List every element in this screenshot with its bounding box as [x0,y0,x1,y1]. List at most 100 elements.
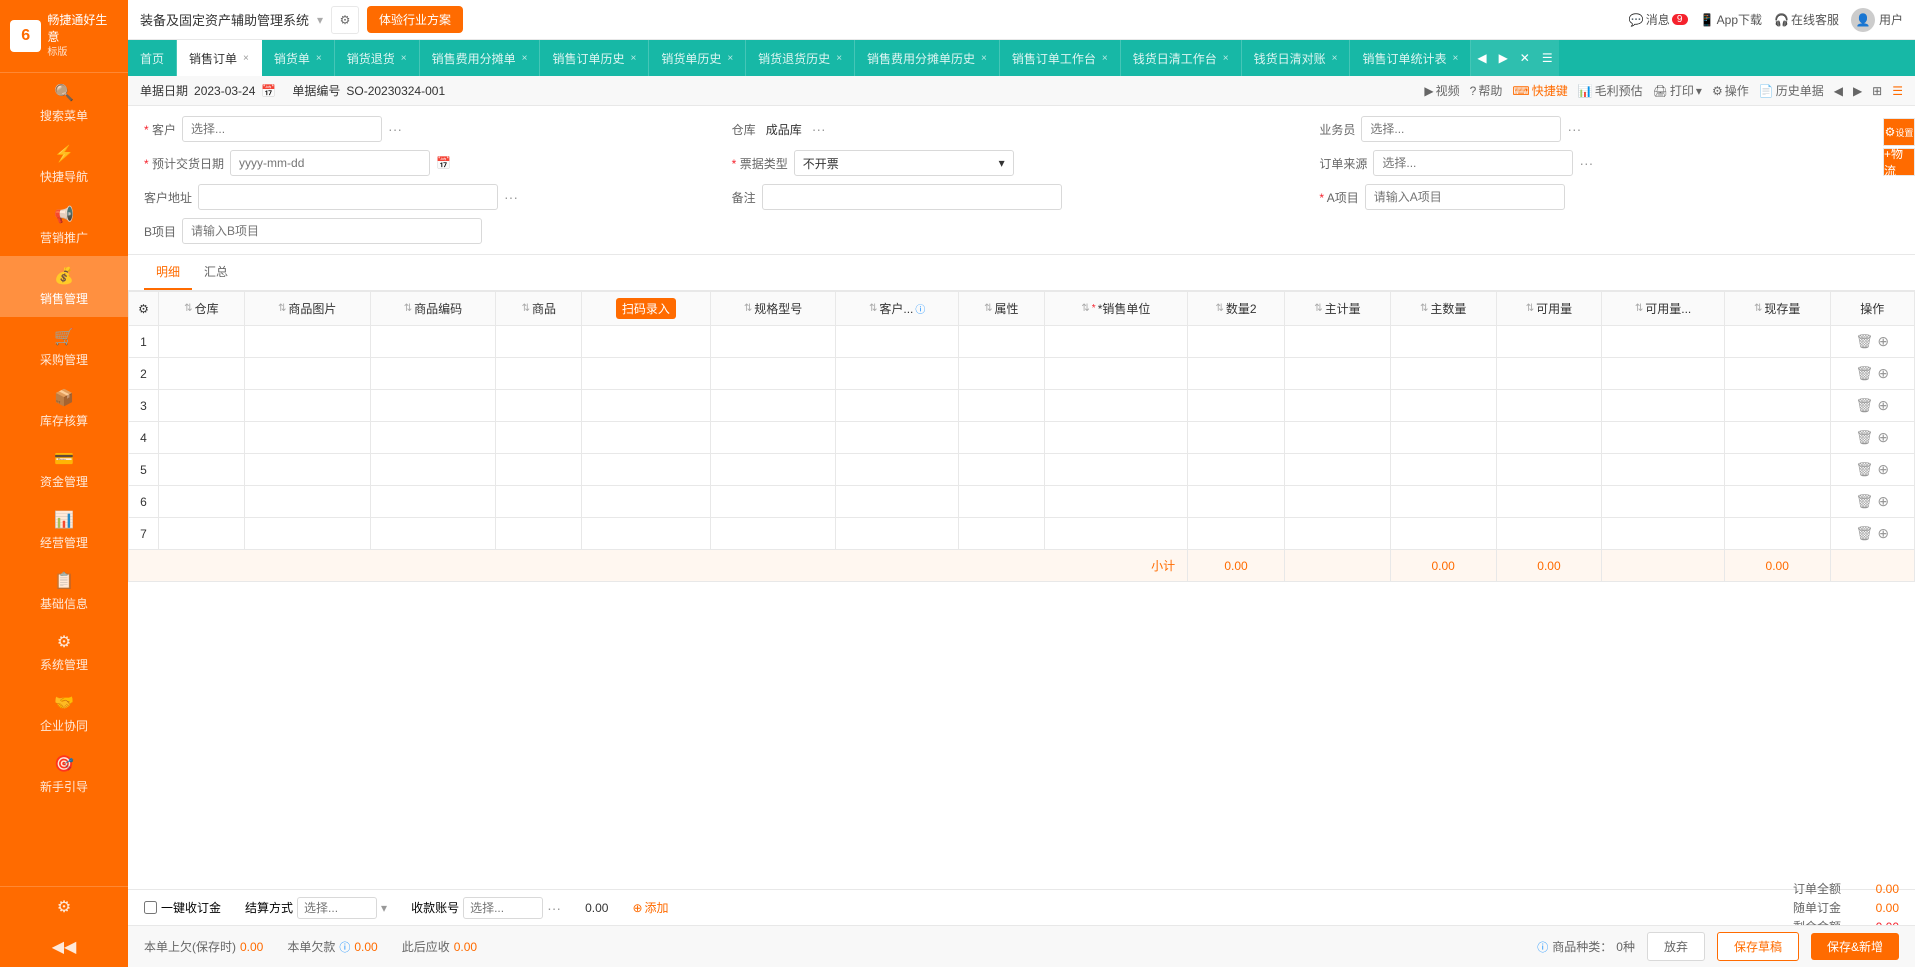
row-qty2[interactable] [1188,390,1285,422]
row-available-qty[interactable] [1496,518,1602,550]
warehouse-expand-btn[interactable]: ··· [812,121,826,137]
row-available-more[interactable] [1602,454,1724,486]
row-available-more[interactable] [1602,422,1724,454]
row-qty2[interactable] [1188,518,1285,550]
tab-close-icon[interactable]: × [1452,53,1458,64]
tab-prev-btn[interactable]: ◀ [1471,40,1492,76]
row-sales-unit[interactable] [1044,518,1187,550]
sidebar-item-basic-info[interactable]: 📋基础信息 [0,561,128,622]
delete-icon[interactable]: 🗑 [1856,493,1874,510]
address-input[interactable] [198,184,498,210]
row-scan[interactable] [582,486,710,518]
row-customer-code[interactable] [836,486,958,518]
sidebar-item-quick-nav[interactable]: ⚡快捷导航 [0,134,128,195]
receipt-account-expand-btn[interactable]: ··· [547,900,561,916]
row-current-qty[interactable] [1724,518,1830,550]
row-attribute[interactable] [958,326,1044,358]
discard-button[interactable]: 放弃 [1647,932,1705,961]
th-spec[interactable]: ⇅规格型号 [710,292,836,326]
row-spec[interactable] [710,454,836,486]
row-product-code[interactable] [370,486,496,518]
customer-input[interactable] [182,116,382,142]
sidebar-item-marketing[interactable]: 📢营销推广 [0,195,128,256]
th-customer-code[interactable]: ⇅客户...ⓘ [836,292,958,326]
row-customer-code[interactable] [836,358,958,390]
row-spec[interactable] [710,422,836,454]
row-main-qty[interactable] [1390,454,1496,486]
row-product[interactable] [496,390,582,422]
row-product-image[interactable] [244,454,370,486]
row-available-qty[interactable] [1496,326,1602,358]
tab-cash-daily-reconcile[interactable]: 钱货日清对账× [1242,40,1351,76]
row-main-qty[interactable] [1390,518,1496,550]
tab-sales-order-history[interactable]: 销售订单历史× [540,40,649,76]
tab-close-icon[interactable]: × [1102,53,1108,64]
history-btn[interactable]: 📄 历史单据 [1759,82,1824,99]
save-new-button[interactable]: 保存&新增 [1811,933,1899,960]
tab-sales-order-workbench[interactable]: 销售订单工作台× [1000,40,1121,76]
row-scan[interactable] [582,422,710,454]
row-warehouse[interactable] [159,454,245,486]
row-qty2[interactable] [1188,422,1285,454]
tab-close-icon[interactable]: × [316,53,322,64]
copy-icon[interactable]: ⊕ [1877,429,1889,446]
row-sales-unit[interactable] [1044,358,1187,390]
th-product-code[interactable]: ⇅商品编码 [370,292,496,326]
tab-summary[interactable]: 汇总 [192,255,240,290]
row-qty2[interactable] [1188,358,1285,390]
user-area[interactable]: 👤 用户 [1851,8,1903,32]
row-available-qty[interactable] [1496,422,1602,454]
tab-sales-return[interactable]: 销货单× [262,40,335,76]
sidebar-item-search[interactable]: 🔍搜索菜单 [0,73,128,134]
th-warehouse[interactable]: ⇅仓库 [159,292,245,326]
row-attribute[interactable] [958,358,1044,390]
copy-icon[interactable]: ⊕ [1877,493,1889,510]
th-scan[interactable]: 扫码录入 [582,292,710,326]
tab-close-icon[interactable]: × [981,53,987,64]
online-service-btn[interactable]: 🎧 在线客服 [1774,11,1839,28]
copy-icon[interactable]: ⊕ [1877,525,1889,542]
customer-expand-btn[interactable]: ··· [388,121,402,137]
row-product[interactable] [496,454,582,486]
next-record-btn[interactable]: ▶ [1853,84,1862,98]
tab-sales-refund-history[interactable]: 销货退货历史× [746,40,855,76]
row-product[interactable] [496,422,582,454]
app-download-btn[interactable]: 📱 App下载 [1700,11,1762,28]
row-main-qty[interactable] [1390,358,1496,390]
delete-icon[interactable]: 🗑 [1856,397,1874,414]
row-product-code[interactable] [370,358,496,390]
sidebar-item-finance[interactable]: 💳资金管理 [0,439,128,500]
row-main-qty[interactable] [1390,422,1496,454]
th-main-qty[interactable]: ⇅主数量 [1390,292,1496,326]
row-current-qty[interactable] [1724,390,1830,422]
row-sales-unit[interactable] [1044,486,1187,518]
row-product-image[interactable] [244,326,370,358]
copy-icon[interactable]: ⊕ [1877,461,1889,478]
row-attribute[interactable] [958,454,1044,486]
notifications-btn[interactable]: 💬 消息 9 [1629,11,1688,28]
order-source-input[interactable] [1373,150,1573,176]
row-product-image[interactable] [244,486,370,518]
project-b-input[interactable] [182,218,482,244]
tab-close-icon[interactable]: × [630,53,636,64]
row-current-qty[interactable] [1724,326,1830,358]
industry-btn[interactable]: 体验行业方案 [367,6,463,33]
row-available-qty[interactable] [1496,390,1602,422]
row-sales-unit[interactable] [1044,326,1187,358]
delete-icon[interactable]: 🗑 [1856,525,1874,542]
row-customer-code[interactable] [836,390,958,422]
row-current-qty[interactable] [1724,486,1830,518]
row-scan[interactable] [582,390,710,422]
row-scan[interactable] [582,326,710,358]
sidebar-item-purchase[interactable]: 🛒采购管理 [0,317,128,378]
calendar-icon[interactable]: 📅 [261,84,276,98]
row-product-image[interactable] [244,422,370,454]
row-scan[interactable] [582,454,710,486]
row-available-more[interactable] [1602,486,1724,518]
save-draft-button[interactable]: 保存草稿 [1717,932,1799,961]
logistics-panel-btn[interactable]: +物流 [1883,148,1915,176]
list-view-btn[interactable]: ☰ [1892,84,1903,98]
row-product[interactable] [496,326,582,358]
th-current-qty[interactable]: ⇅现存量 [1724,292,1830,326]
copy-icon[interactable]: ⊕ [1877,397,1889,414]
